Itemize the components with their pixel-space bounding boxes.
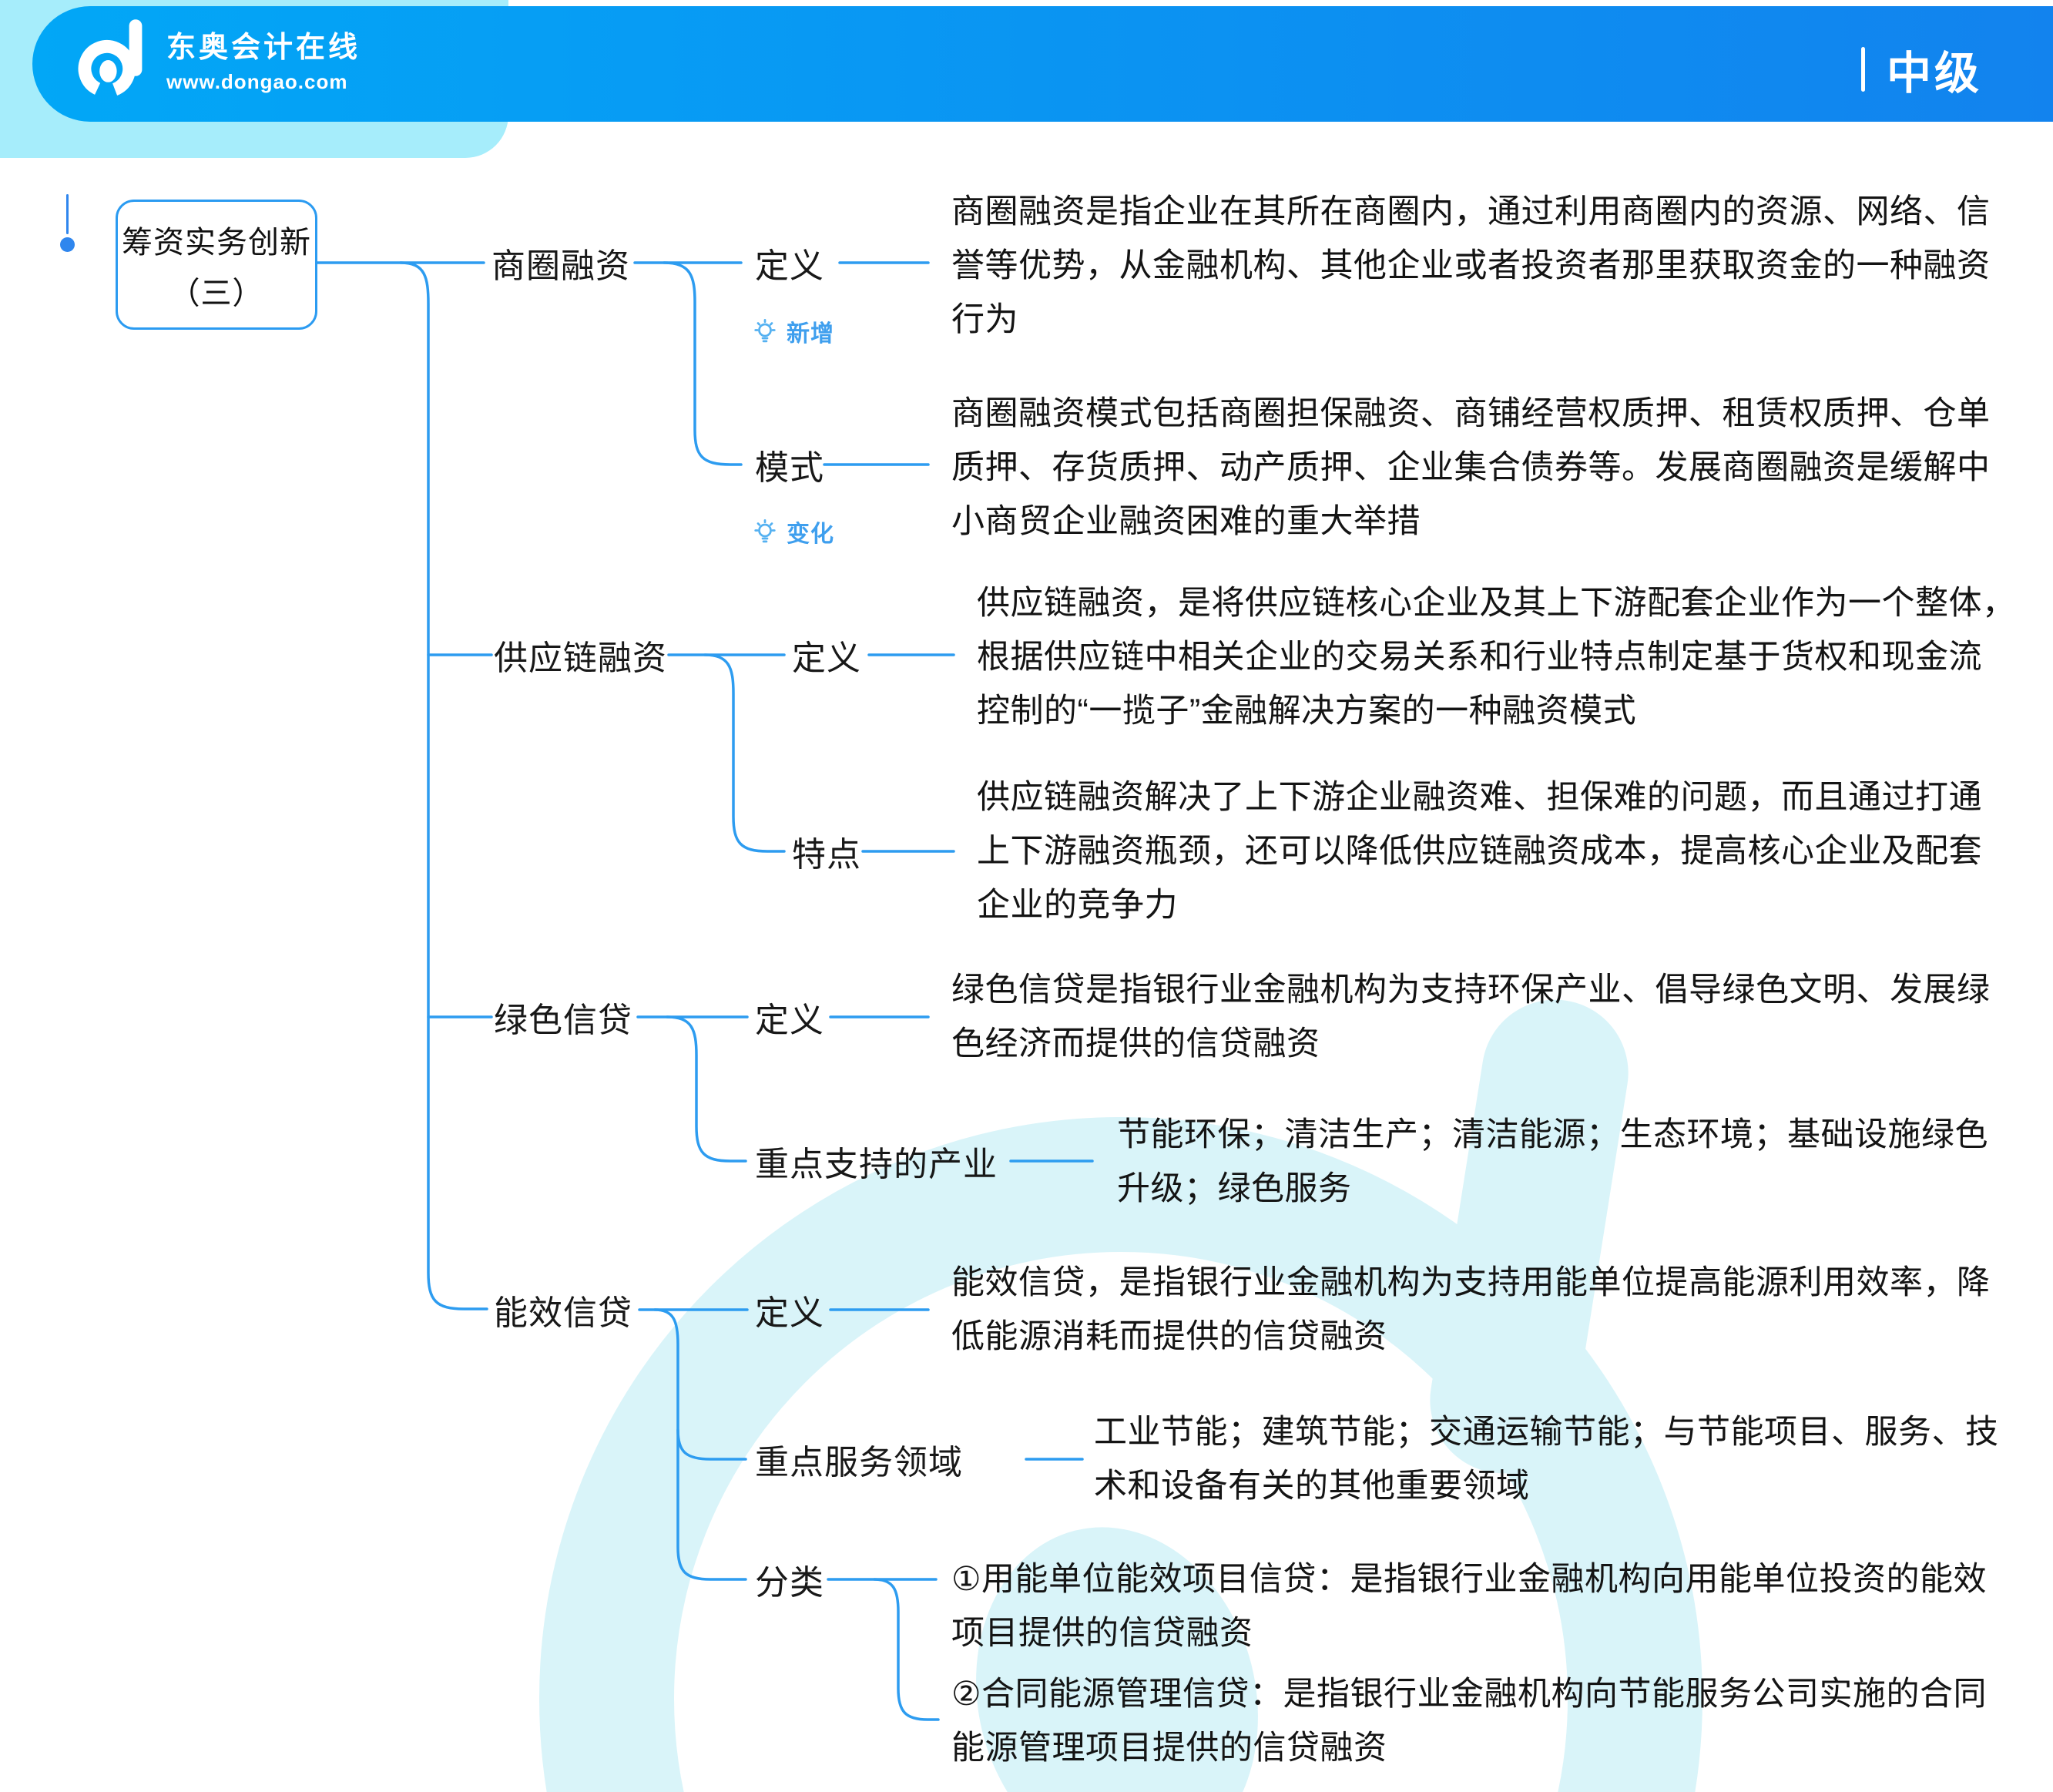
brand-logo: 东奥会计在线 www.dongao.com: [72, 15, 361, 102]
text-key-service-areas: 工业节能；建筑节能；交通运输节能；与节能项目、服务、技 术和设备有关的其他重要领…: [1094, 1405, 1999, 1513]
text-green-credit-definition: 绿色信贷是指银行业金融机构为支持环保产业、倡导绿色文明、发展绿 色经济而提供的信…: [951, 963, 1991, 1071]
branch-energy-efficiency-credit: 能效信贷: [494, 1285, 632, 1334]
node-definition-energy-credit: 定义: [755, 1285, 824, 1334]
branch-green-credit: 绿色信贷: [494, 992, 632, 1042]
brand-name: 东奥会计在线: [166, 23, 361, 65]
level-badge: 中级: [1861, 37, 1982, 102]
node-classification: 分类: [755, 1555, 824, 1604]
branch-supply-chain-financing: 供应链融资: [494, 630, 667, 680]
node-definition-green-credit: 定义: [755, 992, 824, 1042]
text-classification-item-2: ②合同能源管理信贷：是指银行业金融机构向节能服务公司实施的合同 能源管理项目提供…: [951, 1667, 1987, 1775]
node-key-supported-industries: 重点支持的产业: [755, 1136, 998, 1186]
dongao-logo-icon: [72, 15, 153, 102]
text-classification-item-1: ①用能单位能效项目信贷：是指银行业金融机构向用能单位投资的能效 项目提供的信贷融…: [951, 1552, 1987, 1660]
node-definition-supply-chain: 定义: [792, 630, 861, 680]
root-title-line1: 筹资实务创新: [122, 217, 311, 262]
branch-business-circle-financing: 商圈融资: [491, 238, 630, 287]
badge-changed: 变化: [751, 515, 834, 549]
badge-changed-label: 变化: [787, 515, 834, 549]
header-bar: 东奥会计在线 www.dongao.com 中级: [32, 6, 2053, 122]
text-supply-chain-features: 供应链融资解决了上下游企业融资难、担保难的问题，而且通过打通 上下游融资瓶颈，还…: [977, 770, 1982, 932]
level-separator: [1861, 47, 1865, 92]
text-business-circle-model: 商圈融资模式包括商圈担保融资、商铺经营权质押、租赁权质押、仓单 质押、存货质押、…: [951, 387, 1991, 549]
pointer-dot: [60, 237, 75, 252]
text-key-supported-industries: 节能环保；清洁生产；清洁能源；生态环境；基础设施绿色 升级；绿色服务: [1117, 1108, 1988, 1216]
text-energy-credit-definition: 能效信贷，是指银行业金融机构为支持用能单位提高能源利用效率，降 低能源消耗而提供…: [951, 1256, 1991, 1364]
lightbulb-icon: [751, 518, 779, 545]
badge-new-label: 新增: [787, 314, 834, 348]
root-node: 筹资实务创新 （三）: [116, 200, 317, 330]
node-key-service-areas: 重点服务领域: [755, 1435, 963, 1484]
root-title-line2: （三）: [169, 268, 264, 313]
level-label: 中级: [1887, 37, 1982, 102]
study-chart-page: 东奥会计在线 www.dongao.com 中级 筹资实务创新 （三） 商圈融资…: [0, 0, 2053, 1792]
badge-new: 新增: [751, 314, 834, 348]
text-supply-chain-definition: 供应链融资，是将供应链核心企业及其上下游配套企业作为一个整体， 根据供应链中相关…: [977, 576, 2016, 738]
node-model: 模式: [755, 440, 824, 489]
brand-url: www.dongao.com: [166, 70, 361, 94]
pointer-line: [66, 194, 69, 234]
node-features: 特点: [792, 827, 861, 876]
brand-text-block: 东奥会计在线 www.dongao.com: [166, 23, 361, 94]
text-business-circle-definition: 商圈融资是指企业在其所在商圈内，通过利用商圈内的资源、网络、信 誉等优势，从金融…: [951, 185, 1991, 347]
node-definition-business-circle: 定义: [755, 238, 824, 287]
lightbulb-icon: [751, 317, 779, 345]
